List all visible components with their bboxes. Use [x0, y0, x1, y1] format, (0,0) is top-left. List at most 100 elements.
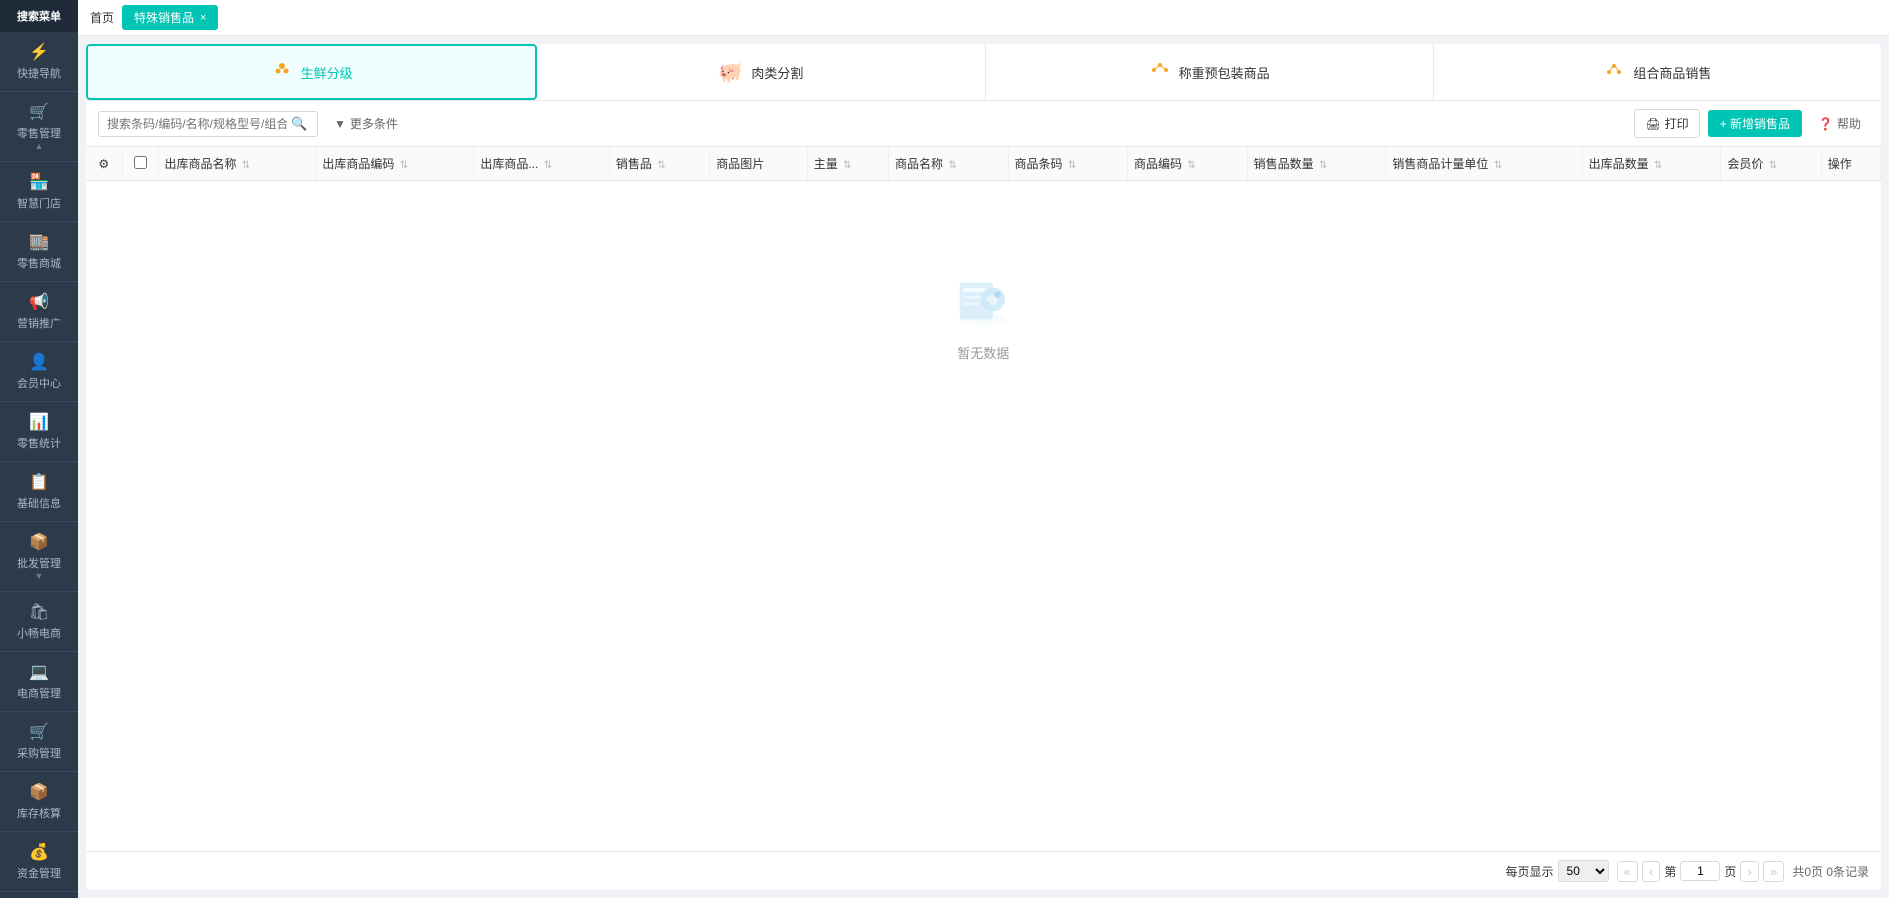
promo-icon: 📢 — [29, 292, 49, 312]
select-all-checkbox[interactable] — [134, 156, 147, 169]
sort-icon[interactable]: ⇅ — [1769, 160, 1777, 171]
sidebar-item-label: 零售统计 — [17, 435, 61, 451]
col-out-product-code: 出库商品编码 ⇅ — [316, 147, 474, 181]
sidebar-item-purchase-mgmt[interactable]: 🛒 采购管理 — [0, 712, 78, 772]
empty-state: 暂无数据 — [86, 181, 1881, 442]
sidebar-item-label: 电商管理 — [17, 685, 61, 701]
page-size-select: 每页显示 50 10 20 100 — [1506, 860, 1609, 882]
first-page-button[interactable]: « — [1617, 861, 1638, 882]
col-product-barcode: 商品条码 ⇅ — [1008, 147, 1128, 181]
sidebar-item-basic-info[interactable]: 📋 基础信息 — [0, 462, 78, 522]
current-tab[interactable]: 特殊销售品 × — [122, 5, 218, 30]
settings-icon[interactable]: ⚙ — [98, 157, 109, 171]
sidebar-item-retail-mall[interactable]: 🏬 零售商城 — [0, 222, 78, 282]
new-label: + 新增销售品 — [1720, 115, 1790, 132]
sort-icon[interactable]: ⇅ — [948, 160, 956, 171]
empty-text: 暂无数据 — [957, 343, 1009, 362]
tab-fresh-grade[interactable]: 生鲜分级 — [86, 44, 537, 100]
tab-weigh-prepack[interactable]: 称重预包装商品 — [986, 44, 1434, 100]
tab-combo-sales-label: 组合商品销售 — [1633, 63, 1711, 82]
print-label: 打印 — [1665, 115, 1689, 132]
col-product-name: 商品名称 ⇅ — [888, 147, 1008, 181]
sidebar-item-label: 零售管理 — [17, 125, 61, 141]
prev-page-button[interactable]: ‹ — [1642, 861, 1660, 882]
page-number-input[interactable] — [1680, 861, 1720, 881]
sort-icon[interactable]: ⇅ — [657, 160, 665, 171]
help-label: 帮助 — [1837, 115, 1861, 132]
breadcrumb: 首页 — [90, 9, 114, 26]
col-sale-product: 销售品 ⇅ — [609, 147, 709, 181]
print-button[interactable]: 🖨 打印 — [1634, 109, 1699, 138]
table-container: ⚙ 出库商品名称 ⇅ 出库商品编码 ⇅ — [86, 147, 1881, 851]
toolbar-right: 🖨 打印 + 新增销售品 ❓ 帮助 — [1634, 109, 1869, 138]
sort-icon[interactable]: ⇅ — [400, 160, 408, 171]
tab-combo-sales[interactable]: 组合商品销售 — [1434, 44, 1881, 100]
filter-label: 更多条件 — [350, 115, 398, 132]
sort-icon[interactable]: ⇅ — [1187, 160, 1195, 171]
close-tab-button[interactable]: × — [200, 12, 206, 24]
page-nav: « ‹ 第 页 › » — [1617, 861, 1785, 882]
sidebar-item-finance-mgmt[interactable]: 💰 资金管理 — [0, 832, 78, 892]
ecom-mgmt-icon: 💻 — [29, 662, 49, 682]
topbar: 首页 特殊销售品 × — [78, 0, 1889, 36]
sidebar-item-quick-nav[interactable]: ⚡ 快捷导航 — [0, 32, 78, 92]
purchase-mgmt-icon: 🛒 — [29, 722, 49, 742]
empty-illustration — [943, 261, 1023, 331]
per-page-dropdown[interactable]: 50 10 20 100 — [1558, 860, 1609, 882]
page-suffix: 页 — [1724, 863, 1736, 880]
retail-mgmt-icon: 🛒 — [29, 102, 49, 122]
col-out-product-spec: 出库商品... ⇅ — [474, 147, 610, 181]
sidebar-item-label: 小畅电商 — [17, 625, 61, 641]
meat-cut-icon: 🐖 — [718, 60, 743, 85]
sidebar-item-ecom-mgmt[interactable]: 💻 电商管理 — [0, 652, 78, 712]
sort-icon[interactable]: ⇅ — [544, 160, 552, 171]
sidebar-item-smart-store[interactable]: 🏪 智慧门店 — [0, 162, 78, 222]
col-member-price: 会员价 ⇅ — [1721, 147, 1821, 181]
tab-meat-cut[interactable]: 🐖 肉类分割 — [537, 44, 985, 100]
sidebar: 搜索菜单 ⚡ 快捷导航 🛒 零售管理 ▲ 🏪 智慧门店 🏬 零售商城 📢 营销推… — [0, 0, 78, 898]
col-settings[interactable]: ⚙ — [86, 147, 122, 181]
next-page-button[interactable]: › — [1740, 861, 1758, 882]
main-content: 首页 特殊销售品 × 生鲜分级 🐖 肉类分割 — [78, 0, 1889, 898]
sidebar-item-mini-ecom[interactable]: 🛍 小畅电商 — [0, 592, 78, 652]
pagination: 每页显示 50 10 20 100 « ‹ 第 页 › » 共0页 0条记录 — [86, 851, 1881, 890]
page-label: 第 — [1664, 863, 1676, 880]
tab-weigh-prepack-label: 称重预包装商品 — [1179, 63, 1270, 82]
new-sale-product-button[interactable]: + 新增销售品 — [1708, 110, 1802, 137]
col-sale-qty: 销售品数量 ⇅ — [1247, 147, 1386, 181]
sort-icon[interactable]: ⇅ — [1494, 160, 1502, 171]
sidebar-item-promo[interactable]: 📢 营销推广 — [0, 282, 78, 342]
toolbar: 🔍 ▼ 更多条件 🖨 打印 + 新增销售品 ❓ 帮助 — [86, 101, 1881, 147]
per-page-label: 每页显示 — [1506, 863, 1554, 880]
home-link[interactable]: 首页 — [90, 9, 114, 26]
sidebar-item-retail-mgmt[interactable]: 🛒 零售管理 ▲ — [0, 92, 78, 162]
col-product-image: 商品图片 — [710, 147, 808, 181]
filter-button[interactable]: ▼ 更多条件 — [326, 111, 406, 136]
search-icon[interactable]: 🔍 — [291, 116, 307, 132]
sidebar-item-wholesale-mgmt[interactable]: 📦 批发管理 ▼ — [0, 522, 78, 592]
sort-icon[interactable]: ⇅ — [1319, 160, 1327, 171]
search-box[interactable]: 🔍 — [98, 111, 318, 137]
retail-stats-icon: 📊 — [29, 412, 49, 432]
sidebar-item-member-center[interactable]: 👤 会员中心 — [0, 342, 78, 402]
sidebar-item-label: 库存核算 — [17, 805, 61, 821]
sort-icon[interactable]: ⇅ — [1654, 160, 1662, 171]
col-out-product-name: 出库商品名称 ⇅ — [158, 147, 316, 181]
sort-icon[interactable]: ⇅ — [242, 160, 250, 171]
tab-meat-cut-label: 肉类分割 — [751, 63, 803, 82]
sort-icon[interactable]: ⇅ — [843, 160, 851, 171]
sidebar-logo[interactable]: 搜索菜单 — [0, 0, 78, 32]
sidebar-item-inventory[interactable]: 📦 库存核算 — [0, 772, 78, 832]
filter-icon: ▼ — [334, 117, 346, 131]
sidebar-item-retail-stats[interactable]: 📊 零售统计 — [0, 402, 78, 462]
inventory-icon: 📦 — [29, 782, 49, 802]
sidebar-item-label: 批发管理 — [17, 555, 61, 571]
search-input[interactable] — [107, 117, 287, 131]
help-button[interactable]: ❓ 帮助 — [1810, 110, 1869, 137]
combo-sales-icon — [1603, 58, 1625, 86]
col-checkbox[interactable] — [122, 147, 158, 181]
last-page-button[interactable]: » — [1763, 861, 1784, 882]
weigh-prepack-icon — [1149, 58, 1171, 86]
sidebar-item-general-ledger[interactable]: 📒 总账管理 — [0, 892, 78, 898]
sort-icon[interactable]: ⇅ — [1068, 160, 1076, 171]
